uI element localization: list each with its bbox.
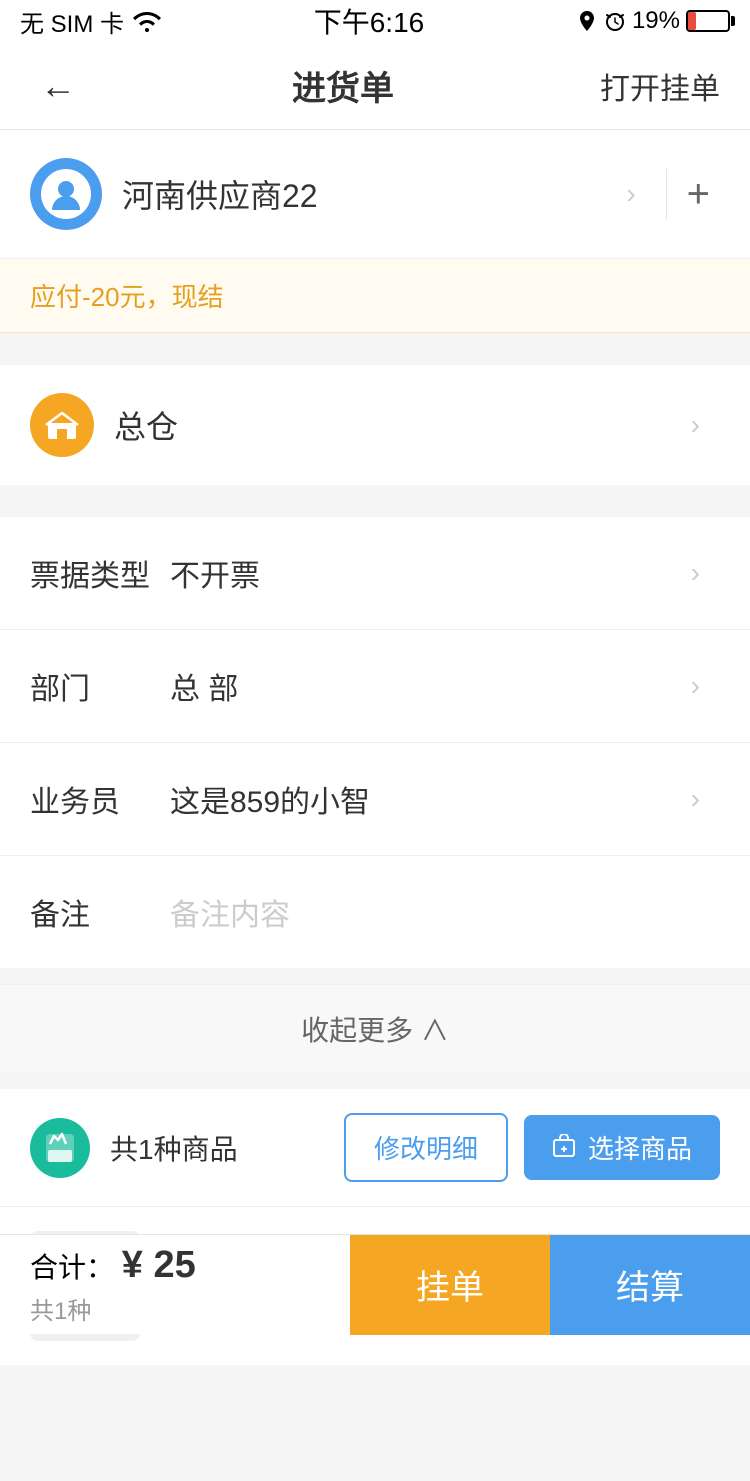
supplier-avatar bbox=[30, 158, 102, 230]
status-right: 19% bbox=[576, 7, 730, 35]
add-supplier-button[interactable]: + bbox=[677, 172, 720, 217]
alarm-icon bbox=[604, 10, 626, 32]
select-product-button[interactable]: 选择商品 bbox=[524, 1115, 720, 1180]
payment-notice: 应付-20元，现结 bbox=[0, 259, 750, 333]
hold-button[interactable]: 挂单 bbox=[350, 1235, 550, 1335]
divider-1 bbox=[0, 349, 750, 365]
divider-2 bbox=[0, 501, 750, 517]
invoice-chevron-icon: › bbox=[691, 557, 700, 589]
divider bbox=[666, 169, 667, 219]
supplier-section: 河南供应商22 › + 应付-20元，现结 bbox=[0, 130, 750, 333]
dept-label: 部门 bbox=[30, 664, 170, 708]
battery-percent: 19% bbox=[632, 7, 680, 35]
total-amount: ¥ 25 bbox=[122, 1244, 196, 1286]
total-bar: 合计： ¥ 25 共1种 挂单 结算 bbox=[0, 1234, 750, 1334]
open-hold-button[interactable]: 打开挂单 bbox=[600, 64, 720, 108]
salesperson-value: 这是859的小智 bbox=[170, 777, 691, 821]
warehouse-chevron-icon: › bbox=[691, 409, 700, 441]
location-icon bbox=[576, 10, 598, 32]
products-count: 共1种商品 bbox=[110, 1128, 344, 1168]
status-left: 无 SIM 卡 bbox=[20, 4, 162, 39]
products-icon bbox=[30, 1118, 90, 1178]
warehouse-label: 总仓 bbox=[114, 402, 691, 448]
remark-row[interactable]: 备注 备注内容 bbox=[0, 856, 750, 968]
total-info: 合计： ¥ 25 共1种 bbox=[0, 1244, 350, 1326]
warehouse-icon bbox=[30, 393, 94, 457]
remark-input[interactable]: 备注内容 bbox=[170, 890, 720, 934]
total-label: 合计： bbox=[30, 1252, 114, 1283]
status-time: 下午6:16 bbox=[314, 1, 425, 41]
settle-button[interactable]: 结算 bbox=[550, 1235, 750, 1335]
dept-row[interactable]: 部门 总 部 › bbox=[0, 630, 750, 743]
supplier-chevron-icon: › bbox=[626, 178, 635, 210]
select-product-label: 选择商品 bbox=[588, 1129, 692, 1166]
divider-3 bbox=[0, 1073, 750, 1089]
salesperson-row[interactable]: 业务员 这是859的小智 › bbox=[0, 743, 750, 856]
supplier-row[interactable]: 河南供应商22 › + bbox=[0, 130, 750, 259]
remark-label: 备注 bbox=[30, 890, 170, 934]
back-button[interactable]: ← bbox=[30, 55, 86, 117]
page-title: 进货单 bbox=[292, 61, 394, 110]
dept-value: 总 部 bbox=[170, 664, 691, 708]
wifi-icon bbox=[132, 10, 162, 32]
total-count: 共1种 bbox=[30, 1291, 320, 1326]
warehouse-row[interactable]: 总仓 › bbox=[0, 365, 750, 485]
invoice-value: 不开票 bbox=[170, 551, 691, 595]
nav-bar: ← 进货单 打开挂单 bbox=[0, 42, 750, 130]
battery-icon bbox=[686, 10, 730, 32]
collapse-label: 收起更多 ∧ bbox=[301, 1015, 449, 1046]
collapse-bar[interactable]: 收起更多 ∧ bbox=[0, 984, 750, 1073]
sim-label: 无 SIM 卡 bbox=[20, 4, 124, 39]
form-section: 票据类型 不开票 › 部门 总 部 › 业务员 这是859的小智 › 备注 备注… bbox=[0, 517, 750, 968]
supplier-name: 河南供应商22 bbox=[122, 171, 626, 217]
salesperson-label: 业务员 bbox=[30, 777, 170, 821]
invoice-row[interactable]: 票据类型 不开票 › bbox=[0, 517, 750, 630]
products-header: 共1种商品 修改明细 选择商品 bbox=[0, 1089, 750, 1207]
warehouse-section: 总仓 › bbox=[0, 365, 750, 485]
status-bar: 无 SIM 卡 下午6:16 19% bbox=[0, 0, 750, 42]
edit-detail-button[interactable]: 修改明细 bbox=[344, 1113, 508, 1182]
total-amount-row: 合计： ¥ 25 bbox=[30, 1244, 320, 1287]
salesperson-chevron-icon: › bbox=[691, 783, 700, 815]
invoice-label: 票据类型 bbox=[30, 551, 170, 595]
cart-icon bbox=[552, 1134, 580, 1162]
dept-chevron-icon: › bbox=[691, 670, 700, 702]
